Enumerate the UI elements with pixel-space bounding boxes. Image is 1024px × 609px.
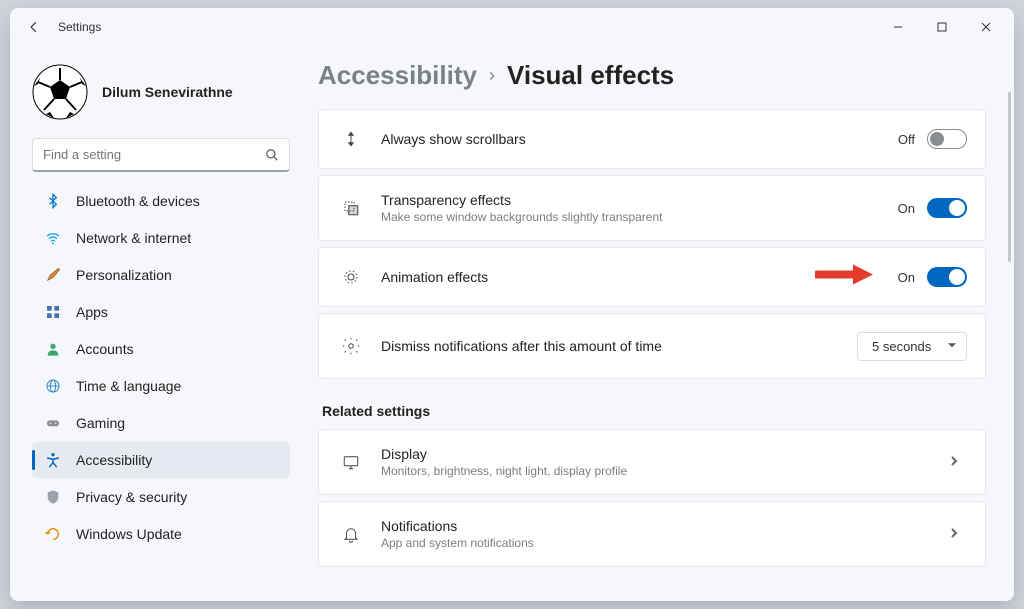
related-title: Display (381, 446, 949, 462)
timer-icon (337, 337, 365, 355)
setting-scrollbars: Always show scrollbars Off (318, 109, 986, 169)
scrollbar-thumb[interactable] (1008, 92, 1011, 262)
nav-label: Apps (76, 304, 108, 320)
setting-transparency: Transparency effects Make some window ba… (318, 175, 986, 241)
nav-label: Privacy & security (76, 489, 187, 505)
related-notifications[interactable]: Notifications App and system notificatio… (318, 501, 986, 567)
sidebar-item-gaming[interactable]: Gaming (32, 405, 290, 441)
transparency-toggle[interactable] (927, 198, 967, 218)
bluetooth-icon (44, 192, 62, 210)
window-body: Dilum Senevirathne Bluetooth & devices N… (10, 46, 1014, 601)
dropdown-value: 5 seconds (872, 339, 931, 354)
chevron-right-icon (949, 453, 967, 471)
setting-title: Animation effects (381, 269, 898, 285)
window-controls (876, 12, 1008, 42)
setting-title: Dismiss notifications after this amount … (381, 338, 857, 354)
nav-label: Bluetooth & devices (76, 193, 200, 209)
sidebar-item-update[interactable]: Windows Update (32, 516, 290, 552)
chevron-right-icon (949, 525, 967, 543)
arrow-left-icon (27, 20, 41, 34)
search-icon (265, 148, 279, 162)
main-content: Accessibility › Visual effects Always sh… (300, 46, 1014, 601)
bell-icon (337, 525, 365, 543)
back-button[interactable] (20, 13, 48, 41)
profile-block[interactable]: Dilum Senevirathne (32, 56, 290, 138)
related-subtitle: App and system notifications (381, 536, 949, 550)
sidebar: Dilum Senevirathne Bluetooth & devices N… (10, 46, 300, 601)
sidebar-item-personalization[interactable]: Personalization (32, 257, 290, 293)
related-display[interactable]: Display Monitors, brightness, night ligh… (318, 429, 986, 495)
breadcrumb: Accessibility › Visual effects (318, 60, 986, 91)
settings-window: Settings (10, 8, 1014, 601)
avatar (32, 64, 88, 120)
profile-name: Dilum Senevirathne (102, 84, 233, 100)
update-icon (44, 525, 62, 543)
setting-subtitle: Make some window backgrounds slightly tr… (381, 210, 898, 224)
transparency-icon (337, 199, 365, 217)
setting-animation: Animation effects On (318, 247, 986, 307)
search-row (32, 138, 290, 172)
breadcrumb-current: Visual effects (507, 60, 674, 91)
setting-dismiss-notifications: Dismiss notifications after this amount … (318, 313, 986, 379)
window-title: Settings (58, 20, 101, 34)
nav-label: Accounts (76, 341, 134, 357)
scrollbars-toggle[interactable] (927, 129, 967, 149)
brush-icon (44, 266, 62, 284)
search-button[interactable] (260, 143, 284, 167)
apps-icon (44, 303, 62, 321)
search-input[interactable] (32, 138, 290, 172)
nav-label: Windows Update (76, 526, 182, 542)
sidebar-item-bluetooth[interactable]: Bluetooth & devices (32, 183, 290, 219)
chevron-right-icon: › (489, 65, 495, 86)
titlebar: Settings (10, 8, 1014, 46)
related-settings-header: Related settings (322, 403, 986, 419)
nav-label: Accessibility (76, 452, 152, 468)
sidebar-item-privacy[interactable]: Privacy & security (32, 479, 290, 515)
accessibility-icon (44, 451, 62, 469)
scrollbar-icon (337, 130, 365, 148)
maximize-button[interactable] (920, 12, 964, 42)
nav-label: Network & internet (76, 230, 191, 246)
soccer-ball-icon (32, 64, 88, 120)
sidebar-item-time[interactable]: Time & language (32, 368, 290, 404)
related-subtitle: Monitors, brightness, night light, displ… (381, 464, 949, 478)
sidebar-item-apps[interactable]: Apps (32, 294, 290, 330)
person-icon (44, 340, 62, 358)
nav-label: Time & language (76, 378, 181, 394)
minimize-button[interactable] (876, 12, 920, 42)
gamepad-icon (44, 414, 62, 432)
sidebar-item-accounts[interactable]: Accounts (32, 331, 290, 367)
animation-toggle[interactable] (927, 267, 967, 287)
sidebar-item-accessibility[interactable]: Accessibility (32, 442, 290, 478)
toggle-state-label: On (898, 270, 915, 285)
animation-icon (337, 268, 365, 286)
close-button[interactable] (964, 12, 1008, 42)
shield-icon (44, 488, 62, 506)
sidebar-item-network[interactable]: Network & internet (32, 220, 290, 256)
nav-list: Bluetooth & devices Network & internet P… (32, 182, 290, 601)
setting-title: Always show scrollbars (381, 131, 898, 147)
wifi-icon (44, 229, 62, 247)
setting-title: Transparency effects (381, 192, 898, 208)
globe-icon (44, 377, 62, 395)
breadcrumb-parent[interactable]: Accessibility (318, 60, 477, 91)
display-icon (337, 453, 365, 471)
related-title: Notifications (381, 518, 949, 534)
dismiss-time-dropdown[interactable]: 5 seconds (857, 332, 967, 361)
nav-label: Personalization (76, 267, 172, 283)
nav-label: Gaming (76, 415, 125, 431)
toggle-state-label: Off (898, 132, 915, 147)
toggle-state-label: On (898, 201, 915, 216)
